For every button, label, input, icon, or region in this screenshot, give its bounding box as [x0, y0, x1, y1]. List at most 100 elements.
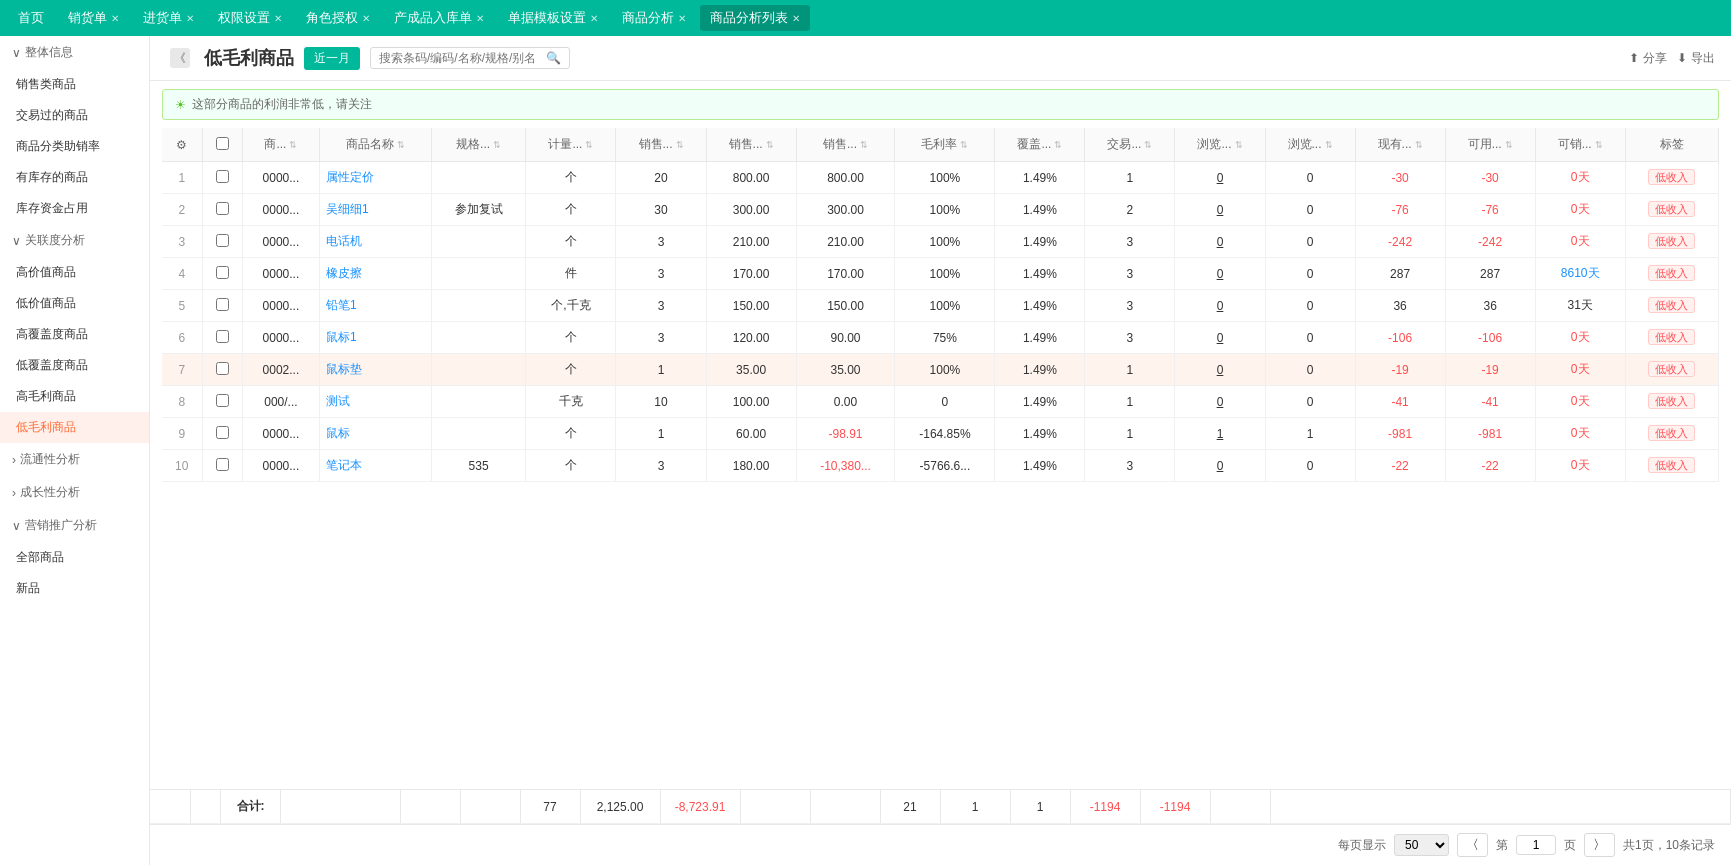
cell-checkbox-0[interactable]	[202, 162, 242, 194]
th-sales-amount[interactable]: 销售...⇅	[706, 128, 796, 162]
cell-views1-4[interactable]: 0	[1175, 290, 1265, 322]
nav-template-settings[interactable]: 单据模板设置 ✕	[498, 5, 608, 31]
sidebar-item-traded-goods[interactable]: 交易过的商品	[0, 100, 149, 131]
sidebar-item-high-margin[interactable]: 高毛利商品	[0, 381, 149, 412]
cell-gross-margin-3: 100%	[895, 258, 995, 290]
cell-name-0[interactable]: 属性定价	[320, 162, 432, 194]
sidebar-group-marketing[interactable]: ∨ 营销推广分析	[0, 509, 149, 542]
cell-num-2: 3	[162, 226, 202, 258]
th-coverage[interactable]: 覆盖...⇅	[995, 128, 1085, 162]
nav-purchase[interactable]: 进货单 ✕	[133, 5, 204, 31]
sidebar-group-circulation[interactable]: › 流通性分析	[0, 443, 149, 476]
sidebar-item-low-margin[interactable]: 低毛利商品	[0, 412, 149, 443]
cell-checkbox-9[interactable]	[202, 450, 242, 482]
cell-views1-3[interactable]: 0	[1175, 258, 1265, 290]
cell-name-5[interactable]: 鼠标1	[320, 322, 432, 354]
th-unit[interactable]: 计量...⇅	[526, 128, 616, 162]
cell-name-1[interactable]: 吴细细1	[320, 194, 432, 226]
nav-product-analysis[interactable]: 商品分析 ✕	[612, 5, 696, 31]
cell-views1-8[interactable]: 1	[1175, 418, 1265, 450]
cell-views1-1[interactable]: 0	[1175, 194, 1265, 226]
nav-product-analysis-close[interactable]: ✕	[678, 13, 686, 24]
cell-checkbox-7[interactable]	[202, 386, 242, 418]
page-number-input[interactable]	[1516, 835, 1556, 855]
th-views2[interactable]: 浏览...⇅	[1265, 128, 1355, 162]
next-page-btn[interactable]: 〉	[1584, 833, 1615, 857]
th-available[interactable]: 可用...⇅	[1445, 128, 1535, 162]
sidebar-item-high-value[interactable]: 高价值商品	[0, 257, 149, 288]
sidebar-item-category-rate[interactable]: 商品分类助销率	[0, 131, 149, 162]
cell-name-4[interactable]: 铅笔1	[320, 290, 432, 322]
cell-checkbox-1[interactable]	[202, 194, 242, 226]
th-transaction[interactable]: 交易...⇅	[1085, 128, 1175, 162]
sidebar-group-growth[interactable]: › 成长性分析	[0, 476, 149, 509]
cell-current-stock-6: -19	[1355, 354, 1445, 386]
sidebar-item-sales-goods[interactable]: 销售类商品	[0, 69, 149, 100]
cell-checkbox-2[interactable]	[202, 226, 242, 258]
th-sales-qty[interactable]: 销售...⇅	[616, 128, 706, 162]
th-sellable[interactable]: 可销...⇅	[1535, 128, 1625, 162]
page-size-select[interactable]: 50 20 100	[1394, 834, 1449, 856]
prev-page-btn[interactable]: 〈	[1457, 833, 1488, 857]
nav-purchase-close[interactable]: ✕	[186, 13, 194, 24]
sidebar-item-high-coverage[interactable]: 高覆盖度商品	[0, 319, 149, 350]
nav-sales[interactable]: 销货单 ✕	[58, 5, 129, 31]
cell-name-8[interactable]: 鼠标	[320, 418, 432, 450]
th-name[interactable]: 商品名称⇅	[320, 128, 432, 162]
cell-name-9[interactable]: 笔记本	[320, 450, 432, 482]
cell-name-2[interactable]: 电话机	[320, 226, 432, 258]
th-sales-profit[interactable]: 销售...⇅	[796, 128, 895, 162]
nav-analysis-list-close[interactable]: ✕	[792, 13, 800, 24]
cell-name-7[interactable]: 测试	[320, 386, 432, 418]
th-current-stock[interactable]: 现有...⇅	[1355, 128, 1445, 162]
sidebar-item-new-products[interactable]: 新品	[0, 573, 149, 604]
nav-permissions[interactable]: 权限设置 ✕	[208, 5, 292, 31]
cell-coverage-3: 1.49%	[995, 258, 1085, 290]
total-empty-6	[740, 790, 810, 824]
cell-views1-9[interactable]: 0	[1175, 450, 1265, 482]
cell-checkbox-3[interactable]	[202, 258, 242, 290]
cell-checkbox-5[interactable]	[202, 322, 242, 354]
nav-permissions-close[interactable]: ✕	[274, 13, 282, 24]
nav-product-entry-close[interactable]: ✕	[476, 13, 484, 24]
nav-template-settings-close[interactable]: ✕	[590, 13, 598, 24]
sidebar-item-in-stock[interactable]: 有库存的商品	[0, 162, 149, 193]
export-btn[interactable]: ⬇ 导出	[1677, 50, 1715, 67]
sidebar-group-correlation[interactable]: ∨ 关联度分析	[0, 224, 149, 257]
th-gross-margin[interactable]: 毛利率⇅	[895, 128, 995, 162]
cell-sales-profit-3: 170.00	[796, 258, 895, 290]
cell-checkbox-6[interactable]	[202, 354, 242, 386]
cell-views1-2[interactable]: 0	[1175, 226, 1265, 258]
share-btn[interactable]: ⬆ 分享	[1629, 50, 1667, 67]
search-input[interactable]	[379, 51, 540, 65]
sidebar-item-all-goods[interactable]: 全部商品	[0, 542, 149, 573]
cell-code-6: 0002...	[242, 354, 319, 386]
cell-checkbox-4[interactable]	[202, 290, 242, 322]
select-all-checkbox[interactable]	[216, 137, 229, 150]
th-code[interactable]: 商...⇅	[242, 128, 319, 162]
search-icon[interactable]: 🔍	[546, 51, 561, 65]
sidebar-item-low-coverage[interactable]: 低覆盖度商品	[0, 350, 149, 381]
sidebar-item-inventory-capital[interactable]: 库存资金占用	[0, 193, 149, 224]
nav-role-auth[interactable]: 角色授权 ✕	[296, 5, 380, 31]
cell-views1-5[interactable]: 0	[1175, 322, 1265, 354]
nav-sales-close[interactable]: ✕	[111, 13, 119, 24]
nav-product-entry[interactable]: 产成品入库单 ✕	[384, 5, 494, 31]
th-spec[interactable]: 规格...⇅	[431, 128, 526, 162]
time-filter-btn[interactable]: 近一月	[304, 47, 360, 70]
nav-analysis-list[interactable]: 商品分析列表 ✕	[700, 5, 810, 31]
sidebar-item-low-value[interactable]: 低价值商品	[0, 288, 149, 319]
cell-views1-7[interactable]: 0	[1175, 386, 1265, 418]
sidebar-group-overall[interactable]: ∨ 整体信息	[0, 36, 149, 69]
sidebar-collapse-btn[interactable]: 《	[170, 48, 190, 68]
th-settings[interactable]: ⚙	[162, 128, 202, 162]
th-views1[interactable]: 浏览...⇅	[1175, 128, 1265, 162]
cell-checkbox-8[interactable]	[202, 418, 242, 450]
cell-views1-6[interactable]: 0	[1175, 354, 1265, 386]
cell-spec-3	[431, 258, 526, 290]
nav-home[interactable]: 首页	[8, 5, 54, 31]
cell-views1-0[interactable]: 0	[1175, 162, 1265, 194]
cell-name-6[interactable]: 鼠标垫	[320, 354, 432, 386]
nav-role-auth-close[interactable]: ✕	[362, 13, 370, 24]
cell-name-3[interactable]: 橡皮擦	[320, 258, 432, 290]
